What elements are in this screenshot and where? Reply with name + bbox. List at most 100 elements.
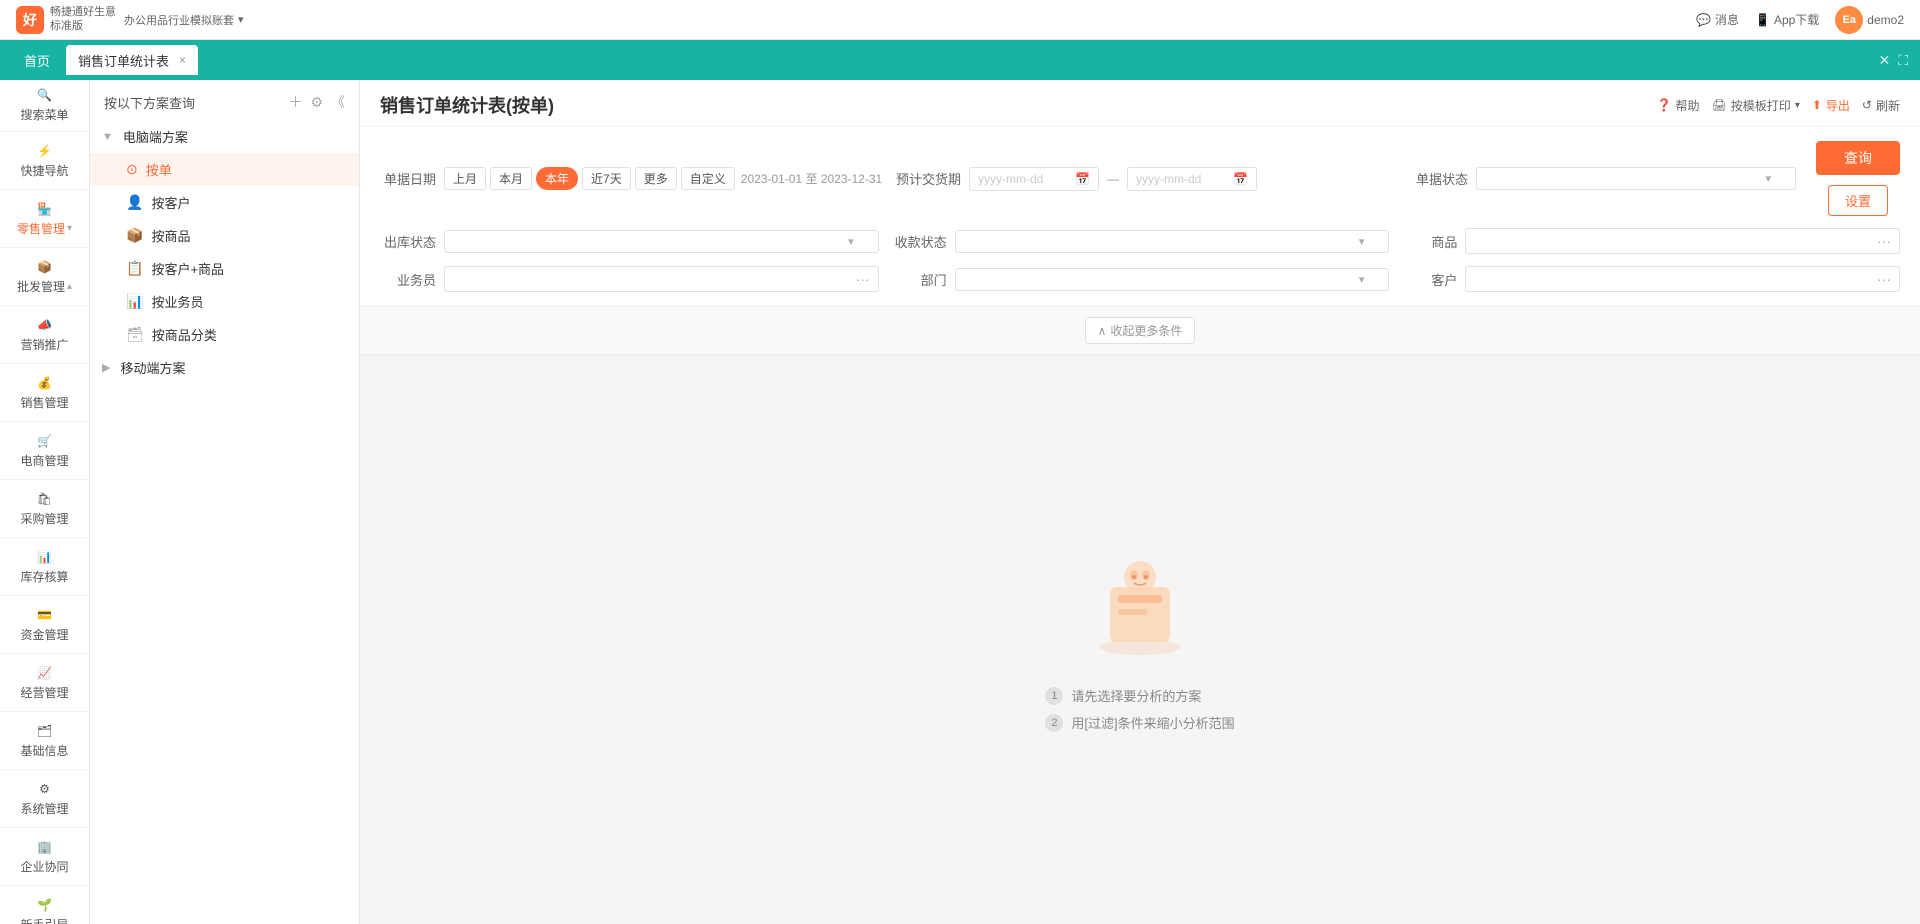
query-button[interactable]: 查询 [1816,141,1900,175]
page-header: 销售订单统计表(按单) ❓ 帮助 🖨 按模板打印 ▾ ⬆ 导出 [360,80,1920,127]
this-year-btn[interactable]: 本年 [536,167,578,190]
app-download-button[interactable]: 📱 App下载 [1755,11,1819,28]
settings-scheme-icon[interactable]: ⚙ [310,94,323,111]
single-status-select[interactable]: ▾ [1476,167,1796,190]
tree-item-按客户商品[interactable]: 📋 按客户+商品 [90,252,359,285]
finance-icon: 💳 [37,608,52,622]
operation-icon: 📈 [37,666,52,680]
last-7-btn[interactable]: 近7天 [582,167,631,190]
tree-parent-mobile[interactable]: ▶ 移动端方案 [90,351,359,384]
filter-area: 单据日期 上月 本月 本年 近7天 更多 自定义 2023-01-01 至 20… [360,127,1920,307]
single-status-label: 单据状态 [1412,169,1468,188]
sidebar-item-system[interactable]: ⚙ 系统管理 [0,770,89,828]
salesperson-input[interactable]: ··· [444,266,879,292]
user-menu[interactable]: Ea demo2 [1835,6,1904,34]
customer-input[interactable]: ··· [1465,266,1900,292]
tree-item-按单[interactable]: ⊙ 按单 [90,153,359,186]
sidebar: 🔍 搜索菜单 ⚡ 快捷导航 🏪 零售管理 ▾ 📦 批发管理 ▴ 📣 营销推广 [0,80,90,924]
window-maximize-icon[interactable]: ⛶ [1898,52,1908,69]
sidebar-item-retail[interactable]: 🏪 零售管理 ▾ [0,190,89,248]
filter-cell-expected-date: 预计交货期 yyyy-mm-dd 📅 — yyyy-mm-dd 📅 [896,167,1400,191]
add-scheme-icon[interactable]: ＋ [288,92,302,112]
collapse-bar[interactable]: ∧ 收起更多条件 [360,307,1920,355]
sidebar-item-ecommerce[interactable]: 🛒 电商管理 [0,422,89,480]
custom-date-btn[interactable]: 自定义 [681,167,735,190]
salesperson-label: 业务员 [380,270,436,289]
export-button[interactable]: ⬆ 导出 [1812,97,1850,114]
expected-date-start-input[interactable]: yyyy-mm-dd 📅 [969,167,1099,191]
inventory-icon: 📊 [37,550,52,564]
tree-item-按客户[interactable]: 👤 按客户 [90,186,359,219]
download-icon: 📱 [1755,13,1770,27]
window-controls: ✕ ⛶ [1878,52,1908,69]
tree-item-按商品[interactable]: 📦 按商品 [90,219,359,252]
chevron-down-icon: ▾ [67,223,72,234]
collapse-panel-icon[interactable]: 《 [331,92,345,112]
department-select[interactable]: ▾ [955,268,1390,291]
header-actions: ❓ 帮助 🖨 按模板打印 ▾ ⬆ 导出 ↺ 刷新 [1657,97,1900,114]
empty-illustration [1080,547,1200,670]
main-layout: 🔍 搜索菜单 ⚡ 快捷导航 🏪 零售管理 ▾ 📦 批发管理 ▴ 📣 营销推广 [0,80,1920,924]
filter-cell-payment: 收款状态 ▾ [891,230,1390,253]
sidebar-item-sales[interactable]: 💰 销售管理 [0,364,89,422]
salesperson-icon: 📊 [126,293,143,310]
sidebar-item-marketing[interactable]: 📣 营销推广 [0,306,89,364]
collapse-icon: ∧ [1098,324,1107,338]
app-selector[interactable]: 办公用品行业模拟账套 ▾ [124,12,244,28]
empty-tips: 1 请先选择要分析的方案 2 用[过滤]条件来缩小分析范围 [1045,686,1234,732]
filter-cell-salesperson: 业务员 ··· [380,266,879,292]
message-button[interactable]: 💬 消息 [1696,11,1739,28]
newbie-icon: 🌱 [37,898,52,912]
date-group: 上月 本月 本年 近7天 更多 自定义 2023-01-01 至 2023-12… [444,167,882,190]
sidebar-item-basic[interactable]: 🗂 基础信息 [0,712,89,770]
system-icon: ⚙ [39,782,50,796]
left-panel-header: 按以下方案查询 ＋ ⚙ 《 [90,80,359,120]
tab-home[interactable]: 首页 [12,45,62,75]
sidebar-item-enterprise[interactable]: 🏢 企业协同 [0,828,89,886]
status-select-arrow-icon: ▾ [1765,172,1771,185]
product-icon: 📦 [126,227,143,244]
date-quick-buttons: 上月 本月 本年 近7天 更多 自定义 [444,167,735,190]
sidebar-item-wholesale[interactable]: 📦 批发管理 ▴ [0,248,89,306]
customer-label: 客户 [1401,270,1457,289]
date-range-text: 2023-01-01 至 2023-12-31 [741,170,882,187]
sidebar-item-inventory[interactable]: 📊 库存核算 [0,538,89,596]
filter-cell-status: 单据状态 ▾ [1412,167,1796,190]
tree-expand-mobile-icon: ▶ [102,361,110,374]
collapse-button[interactable]: ∧ 收起更多条件 [1085,317,1196,344]
this-month-btn[interactable]: 本月 [490,167,532,190]
expected-date-end-input[interactable]: yyyy-mm-dd 📅 [1127,167,1257,191]
window-close-icon[interactable]: ✕ [1878,52,1890,69]
sidebar-item-purchase[interactable]: 🛍 采购管理 [0,480,89,538]
filter-cell-customer: 客户 ··· [1401,266,1900,292]
enterprise-icon: 🏢 [37,840,52,854]
avatar: Ea [1835,6,1863,34]
department-select-arrow-icon: ▾ [1359,273,1365,286]
shipment-status-select[interactable]: ▾ [444,230,879,253]
product-label: 商品 [1401,232,1457,251]
payment-status-select[interactable]: ▾ [955,230,1390,253]
sidebar-item-finance[interactable]: 💳 资金管理 [0,596,89,654]
sidebar-item-newbie[interactable]: 🌱 新手引导 [0,886,89,924]
sidebar-item-search[interactable]: 🔍 搜索菜单 [0,80,89,132]
tree-item-按业务员[interactable]: 📊 按业务员 [90,285,359,318]
logo-icon: 好 [16,6,44,34]
marketing-icon: 📣 [37,318,52,332]
last-month-btn[interactable]: 上月 [444,167,486,190]
tree-item-按商品分类[interactable]: 🗃 按商品分类 [90,318,359,351]
settings-button[interactable]: 设置 [1828,185,1888,216]
empty-state: 1 请先选择要分析的方案 2 用[过滤]条件来缩小分析范围 [360,355,1920,924]
tree-parent-pc[interactable]: ▼ 电脑端方案 [90,120,359,153]
logo-text: 畅捷通好生意 标准版 [50,6,116,32]
tab-sales-order-stats[interactable]: 销售订单统计表 × [66,45,198,75]
sidebar-item-operation[interactable]: 📈 经营管理 [0,654,89,712]
help-button[interactable]: ❓ 帮助 [1657,97,1700,114]
sidebar-item-quick-nav[interactable]: ⚡ 快捷导航 [0,132,89,190]
print-template-button[interactable]: 🖨 按模板打印 ▾ [1712,97,1800,114]
tab-close-icon[interactable]: × [179,53,186,67]
empty-tip-2: 2 用[过滤]条件来缩小分析范围 [1045,713,1234,732]
date-separator: — [1107,172,1119,186]
refresh-button[interactable]: ↺ 刷新 [1862,97,1900,114]
more-date-btn[interactable]: 更多 [635,167,677,190]
product-input[interactable]: ··· [1465,228,1900,254]
